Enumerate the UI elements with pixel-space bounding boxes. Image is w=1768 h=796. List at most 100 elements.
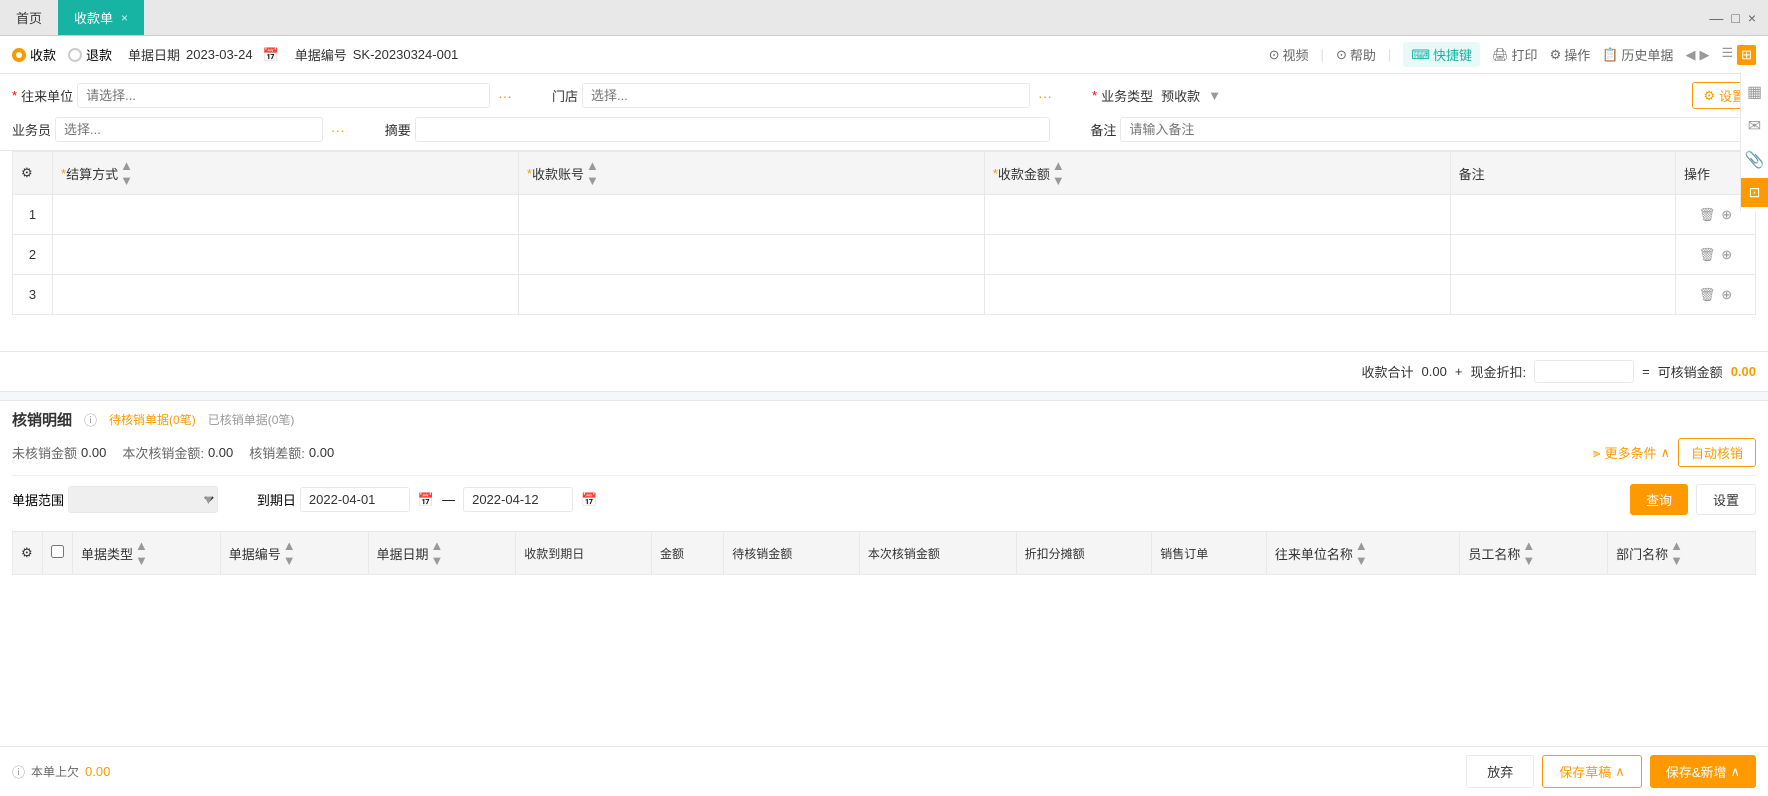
operations-btn[interactable]: ⚙ 操作 [1550, 45, 1591, 64]
save-draft-button[interactable]: 保存草稿 ∧ [1542, 755, 1642, 788]
row-remark-2[interactable] [1450, 235, 1675, 275]
tab-receipt-label: 收款单 [74, 8, 113, 27]
counterpart-more-icon[interactable]: ··· [498, 88, 512, 104]
remark-input[interactable] [1120, 117, 1756, 142]
help-btn[interactable]: ⊙ 帮助 [1336, 45, 1376, 64]
tab-home[interactable]: 首页 [0, 0, 58, 35]
refund-label: 退款 [86, 45, 112, 64]
doc-type-sort[interactable]: ▲▼ [135, 538, 148, 568]
amount-sort[interactable]: ▲▼ [1052, 158, 1065, 188]
row-account-3[interactable] [518, 275, 984, 315]
row-amount-2[interactable] [984, 235, 1450, 275]
copy-icon-3[interactable]: ⊕ [1721, 287, 1732, 303]
close-window-icon[interactable]: × [1748, 10, 1756, 26]
grid-view-icon[interactable]: ⊞ [1737, 45, 1756, 65]
counterpart-input[interactable] [77, 83, 490, 108]
more-conditions-btn[interactable]: ⫸ 更多条件 ∧ [1593, 443, 1670, 462]
print-btn[interactable]: 🖨 打印 [1492, 45, 1538, 64]
save-new-button[interactable]: 保存&新增 ∧ [1650, 755, 1756, 788]
row-remark-1[interactable] [1450, 195, 1675, 235]
th-dept: 部门名称 ▲▼ [1608, 532, 1756, 575]
date-calendar-icon[interactable]: 📅 [263, 47, 279, 63]
discount-input[interactable] [1534, 360, 1634, 383]
store-more-icon[interactable]: ··· [1038, 88, 1052, 104]
summary-input[interactable] [415, 117, 1051, 142]
row-settlement-3[interactable] [53, 275, 519, 315]
row-settlement-1[interactable] [53, 195, 519, 235]
tab-close-icon[interactable]: × [121, 11, 128, 25]
date-from-calendar-icon[interactable]: 📅 [418, 492, 434, 508]
copy-icon-2[interactable]: ⊕ [1721, 247, 1732, 263]
due-date-from-input[interactable] [300, 487, 410, 512]
row-remark-3[interactable] [1450, 275, 1675, 315]
this-amount-label: 本次核销金额: [122, 443, 204, 462]
sidebar-active-icon[interactable]: ⊡ [1741, 178, 1768, 207]
query-button[interactable]: 查询 [1630, 484, 1688, 515]
row-amount-3[interactable] [984, 275, 1450, 315]
verify-toolbar-right: ⫸ 更多条件 ∧ 自动核销 [1593, 438, 1756, 467]
verify-info-icon[interactable]: ⓘ [84, 410, 97, 429]
th-doc-number: 单据编号 ▲▼ [220, 532, 368, 575]
footer-info-icon[interactable]: ⓘ [12, 762, 25, 781]
settlement-sort[interactable]: ▲▼ [120, 158, 133, 188]
table-row: 1 🗑 ⊕ [13, 195, 1756, 235]
delete-icon-1[interactable]: 🗑 [1699, 207, 1716, 223]
maximize-icon[interactable]: □ [1731, 10, 1739, 26]
sidebar-email-icon[interactable]: ✉ [1748, 110, 1761, 142]
next-arrow[interactable]: ▶ [1699, 47, 1709, 63]
th-select-all[interactable] [43, 532, 73, 575]
counterpart-sort[interactable]: ▲▼ [1355, 538, 1368, 568]
select-all-checkbox[interactable] [51, 545, 64, 558]
row-settlement-2[interactable] [53, 235, 519, 275]
employee-sort[interactable]: ▲▼ [1522, 538, 1535, 568]
business-type-value: 预收款 [1161, 86, 1200, 105]
shortcut-btn[interactable]: ⌨ 快捷键 [1403, 42, 1480, 67]
dept-sort[interactable]: ▲▼ [1670, 538, 1683, 568]
th-amount: * 收款金额 ▲▼ [984, 152, 1450, 195]
auto-verify-button[interactable]: 自动核销 [1678, 438, 1756, 467]
row-account-1[interactable] [518, 195, 984, 235]
business-type-required: * [1092, 88, 1097, 103]
business-type-label: 业务类型 [1101, 86, 1153, 105]
business-type-dropdown-icon[interactable]: ▼ [1208, 88, 1221, 103]
th-checkbox[interactable]: ⚙ [13, 532, 43, 575]
date-to-calendar-icon[interactable]: 📅 [581, 492, 597, 508]
store-input[interactable] [582, 83, 1030, 108]
account-sort[interactable]: ▲▼ [586, 158, 599, 188]
doc-number-sort[interactable]: ▲▼ [283, 538, 296, 568]
number-field: 单据编号 SK-20230324-001 [295, 45, 459, 64]
set-button[interactable]: 设置 [1696, 484, 1756, 515]
sidebar-clip-icon[interactable]: 📎 [1745, 144, 1765, 176]
th-gear[interactable]: ⚙ [13, 152, 53, 195]
verify-title: 核销明细 [12, 409, 72, 430]
video-btn[interactable]: ⊙ 视频 [1269, 45, 1309, 64]
due-date-to-input[interactable] [463, 487, 573, 512]
discount-label: 现金折扣: [1470, 362, 1526, 381]
range-select[interactable] [68, 486, 218, 513]
shortcut-label: 快捷键 [1433, 45, 1472, 64]
done-tab[interactable]: 已核销单据(0笔) [208, 411, 295, 428]
salesperson-input[interactable] [55, 117, 323, 142]
salesperson-more-icon[interactable]: ··· [331, 122, 345, 138]
copy-icon-1[interactable]: ⊕ [1721, 207, 1732, 223]
doc-date-sort[interactable]: ▲▼ [431, 538, 444, 568]
row-amount-1[interactable] [984, 195, 1450, 235]
minimize-icon[interactable]: — [1709, 10, 1723, 26]
footer: ⓘ 本单上欠 0.00 放弃 保存草稿 ∧ 保存&新增 ∧ [0, 746, 1768, 796]
tab-receipt[interactable]: 收款单 × [58, 0, 144, 35]
refund-radio[interactable]: 退款 [68, 45, 112, 64]
th-gear-icon[interactable]: ⚙ [21, 545, 33, 560]
discard-button[interactable]: 放弃 [1466, 755, 1534, 788]
receipt-radio[interactable]: 收款 [12, 45, 56, 64]
prev-arrow[interactable]: ◀ [1685, 47, 1695, 63]
row-account-2[interactable] [518, 235, 984, 275]
save-draft-arrow-icon: ∧ [1615, 764, 1625, 780]
delete-icon-3[interactable]: 🗑 [1699, 287, 1716, 303]
list-view-icon[interactable]: ☰ [1721, 45, 1733, 65]
operations-icon: ⚙ [1550, 47, 1562, 63]
sidebar-table-icon[interactable]: ▦ [1747, 76, 1762, 108]
pending-tab[interactable]: 待核销单据(0笔) [109, 411, 196, 428]
refund-radio-dot [68, 48, 82, 62]
history-btn[interactable]: 📋 历史单据 [1602, 45, 1673, 64]
delete-icon-2[interactable]: 🗑 [1699, 247, 1716, 263]
